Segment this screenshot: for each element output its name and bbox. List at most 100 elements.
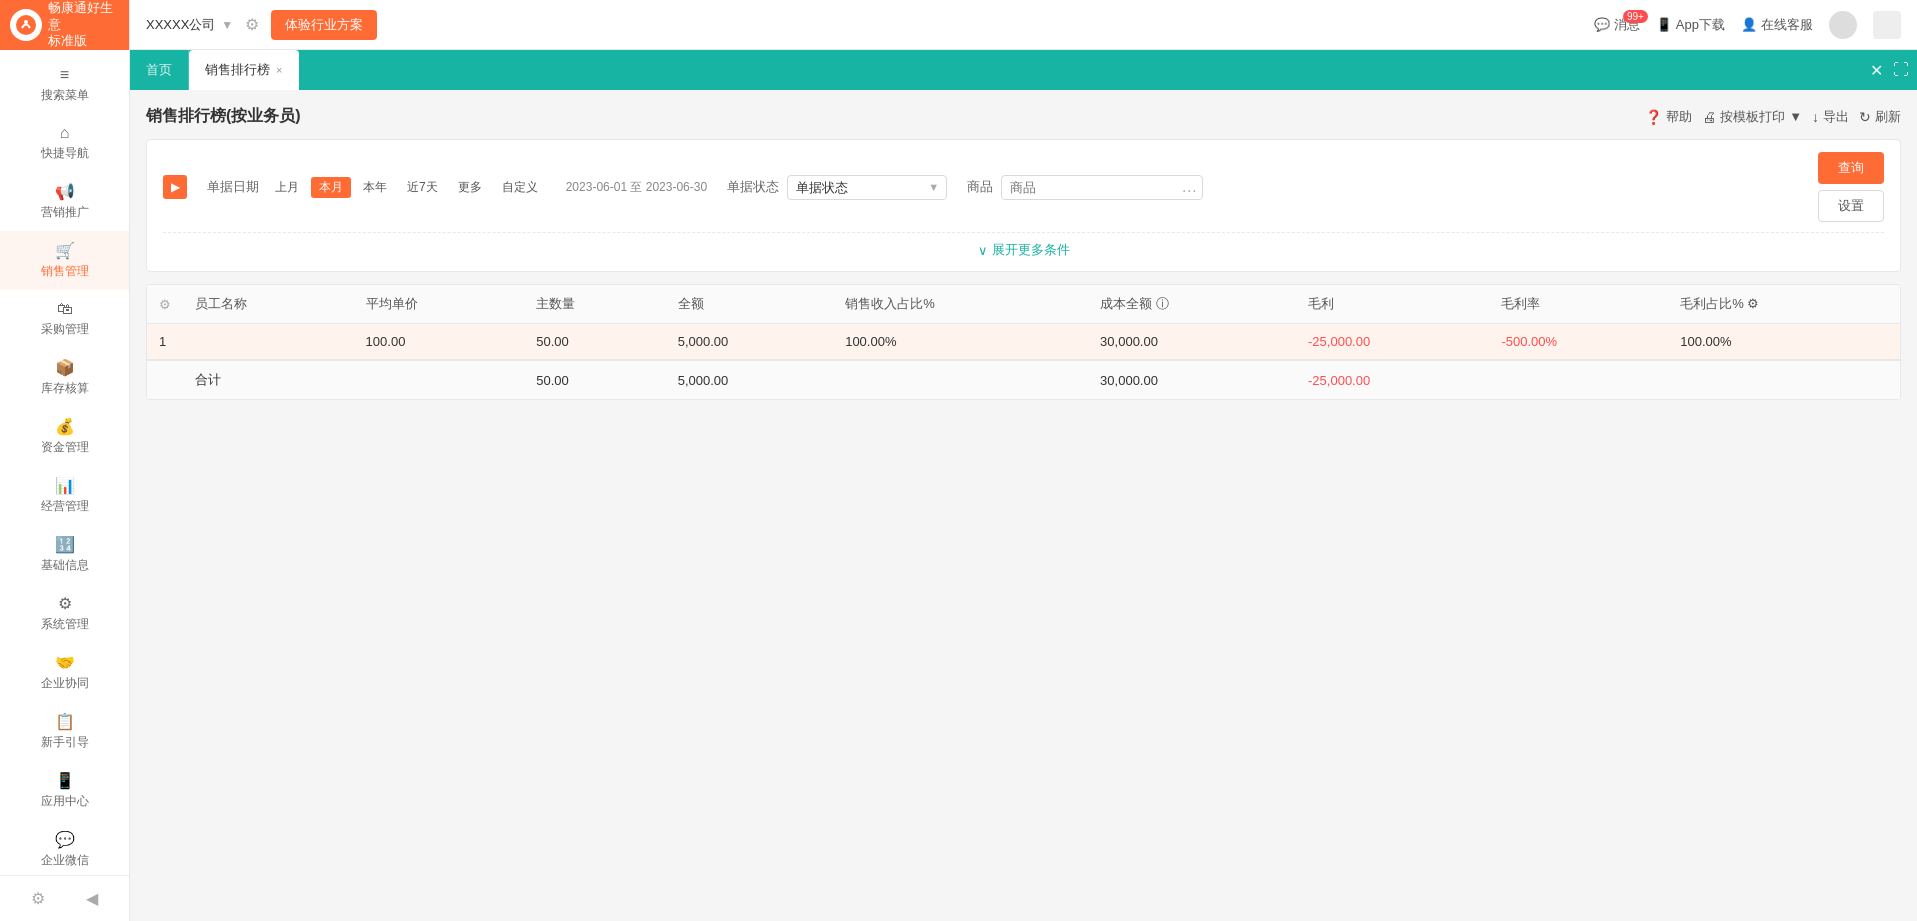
tabbar: 首页 销售排行榜 × ✕ ⛶: [130, 50, 1917, 90]
collapse-icon[interactable]: ◀: [86, 889, 98, 908]
cell-gross-pct: 100.00%: [1668, 324, 1900, 361]
date-tab-custom[interactable]: 自定义: [494, 177, 546, 198]
trial-button[interactable]: 体验行业方案: [271, 10, 377, 40]
message-badge: 99+: [1623, 10, 1648, 23]
date-tab-7days[interactable]: 近7天: [399, 177, 446, 198]
col-qty-header: 主数量: [524, 285, 665, 324]
date-tab-last-month[interactable]: 上月: [267, 177, 307, 198]
sidebar-item-sales[interactable]: 🛒 销售管理: [0, 231, 129, 290]
sidebar-item-operations[interactable]: 📊 经营管理: [0, 466, 129, 525]
col-avg-price-header: 平均单价: [354, 285, 525, 324]
sidebar-label-app-center: 应用中心: [41, 793, 89, 810]
column-settings-icon[interactable]: ⚙: [159, 297, 171, 312]
sidebar-icon-guide: 📋: [55, 712, 75, 731]
table-footer: 合计 50.00 5,000.00 30,000.00 -25,000.00: [147, 360, 1900, 399]
cell-cost: 30,000.00: [1088, 324, 1296, 361]
sidebar-item-marketing[interactable]: 📢 营销推广: [0, 172, 129, 231]
status-select-wrapper: 单据状态 ▼: [787, 175, 947, 200]
goods-ellipsis-icon[interactable]: …: [1181, 178, 1197, 196]
help-button[interactable]: ❓ 帮助: [1645, 108, 1692, 126]
app-download-label: App下载: [1676, 16, 1725, 34]
sidebar-label-inventory: 库存核算: [41, 380, 89, 397]
logo-text: 畅康通好生意 标准版: [48, 0, 119, 50]
date-filter-label: 单据日期: [207, 178, 259, 196]
sidebar-icon-inventory: 📦: [55, 358, 75, 377]
sidebar-icon-sales: 🛒: [55, 241, 75, 260]
topbar-settings-icon[interactable]: ⚙: [245, 15, 259, 34]
sales-rank-table: ⚙ 员工名称 平均单价 主数量 全额 销售收入占比% 成本全额 ⓘ 毛利 毛利率…: [147, 285, 1900, 399]
tab-home[interactable]: 首页: [130, 50, 189, 90]
date-range: 2023-06-01 至 2023-06-30: [566, 179, 707, 196]
tab-sales-rank-close-icon[interactable]: ×: [276, 64, 282, 76]
filter-date: 单据日期 上月 本月 本年 近7天 更多 自定义: [207, 177, 546, 198]
content: 销售排行榜(按业务员) ❓ 帮助 🖨 按模板打印 ▼ ↓ 导出: [130, 90, 1917, 921]
footer-sales-pct: [833, 360, 1088, 399]
sidebar-label-marketing: 营销推广: [41, 204, 89, 221]
status-select[interactable]: 单据状态: [787, 175, 947, 200]
tab-sales-rank[interactable]: 销售排行榜 ×: [189, 50, 299, 90]
export-button[interactable]: ↓ 导出: [1812, 108, 1849, 126]
query-button[interactable]: 查询: [1818, 152, 1884, 184]
cell-name: [183, 324, 354, 361]
sidebar-item-quick-nav[interactable]: ⌂ 快捷导航: [0, 114, 129, 172]
sidebar-item-basic-info[interactable]: 🔢 基础信息: [0, 525, 129, 584]
col-gross-pct-header: 毛利占比% ⚙: [1668, 285, 1900, 324]
print-icon: 🖨: [1702, 109, 1716, 125]
sidebar-icon-search-order: ≡: [60, 66, 69, 84]
message-button[interactable]: 💬 消息 99+: [1594, 16, 1640, 34]
filter-goods: 商品 …: [967, 175, 1203, 200]
col-settings: ⚙: [147, 285, 183, 324]
avatar[interactable]: [1829, 11, 1857, 39]
sidebar-label-search-order: 搜索菜单: [41, 87, 89, 104]
company-chevron-icon: ▼: [221, 18, 233, 32]
sidebar-label-enterprise: 企业协同: [41, 675, 89, 692]
sidebar-item-wechat[interactable]: 💬 企业微信: [0, 820, 129, 875]
date-tab-this-month[interactable]: 本月: [311, 177, 351, 198]
filter-toggle-button[interactable]: ▶: [163, 175, 187, 199]
cell-sales-pct: 100.00%: [833, 324, 1088, 361]
table-header: ⚙ 员工名称 平均单价 主数量 全额 销售收入占比% 成本全额 ⓘ 毛利 毛利率…: [147, 285, 1900, 324]
col-cost-header: 成本全额 ⓘ: [1088, 285, 1296, 324]
filter-toggle-icon: ▶: [171, 180, 180, 194]
status-filter-label: 单据状态: [727, 178, 779, 196]
col-gross-rate-header: 毛利率: [1489, 285, 1668, 324]
sidebar-item-guide[interactable]: 📋 新手引导: [0, 702, 129, 761]
sidebar-item-enterprise[interactable]: 🤝 企业协同: [0, 643, 129, 702]
date-tab-this-year[interactable]: 本年: [355, 177, 395, 198]
footer-gross-pct: [1668, 360, 1900, 399]
date-tab-more[interactable]: 更多: [450, 177, 490, 198]
table-row: 1 100.00 50.00 5,000.00 100.00% 30,000.0…: [147, 324, 1900, 361]
sidebar-label-purchase: 采购管理: [41, 321, 89, 338]
footer-avg-price: [354, 360, 525, 399]
sidebar-item-system[interactable]: ⚙ 系统管理: [0, 584, 129, 643]
sidebar-item-inventory[interactable]: 📦 库存核算: [0, 348, 129, 407]
sidebar-item-purchase[interactable]: 🛍 采购管理: [0, 290, 129, 348]
footer-label: 合计: [183, 360, 354, 399]
cell-amount: 5,000.00: [666, 324, 834, 361]
footer-amount: 5,000.00: [666, 360, 834, 399]
sidebar-label-operations: 经营管理: [41, 498, 89, 515]
online-service-button[interactable]: 👤 在线客服: [1741, 16, 1813, 34]
user-menu[interactable]: [1873, 11, 1901, 39]
sidebar-label-finance: 资金管理: [41, 439, 89, 456]
help-icon: ❓: [1645, 109, 1662, 125]
sidebar-item-finance[interactable]: 💰 资金管理: [0, 407, 129, 466]
cell-rank: 1: [147, 324, 183, 361]
tab-maximize-icon[interactable]: ⛶: [1893, 61, 1909, 79]
settings-button[interactable]: 设置: [1818, 190, 1884, 222]
sidebar-item-search-order[interactable]: ≡ 搜索菜单: [0, 56, 129, 114]
col-name-header: 员工名称: [183, 285, 354, 324]
company-selector[interactable]: XXXXX公司 ▼: [146, 16, 233, 34]
tab-close-icon[interactable]: ✕: [1870, 61, 1883, 80]
date-tabs: 上月 本月 本年 近7天 更多 自定义: [267, 177, 546, 198]
sidebar-icon-finance: 💰: [55, 417, 75, 436]
sidebar-item-app-center[interactable]: 📱 应用中心: [0, 761, 129, 820]
settings-footer-icon[interactable]: ⚙: [31, 889, 45, 908]
app-download-button[interactable]: 📱 App下载: [1656, 16, 1725, 34]
expand-conditions-button[interactable]: ∨ 展开更多条件: [978, 241, 1070, 259]
print-button[interactable]: 🖨 按模板打印 ▼: [1702, 108, 1802, 126]
refresh-button[interactable]: ↻ 刷新: [1859, 108, 1901, 126]
sidebar-icon-operations: 📊: [55, 476, 75, 495]
col-amount-header: 全额: [666, 285, 834, 324]
goods-input[interactable]: [1001, 175, 1203, 200]
